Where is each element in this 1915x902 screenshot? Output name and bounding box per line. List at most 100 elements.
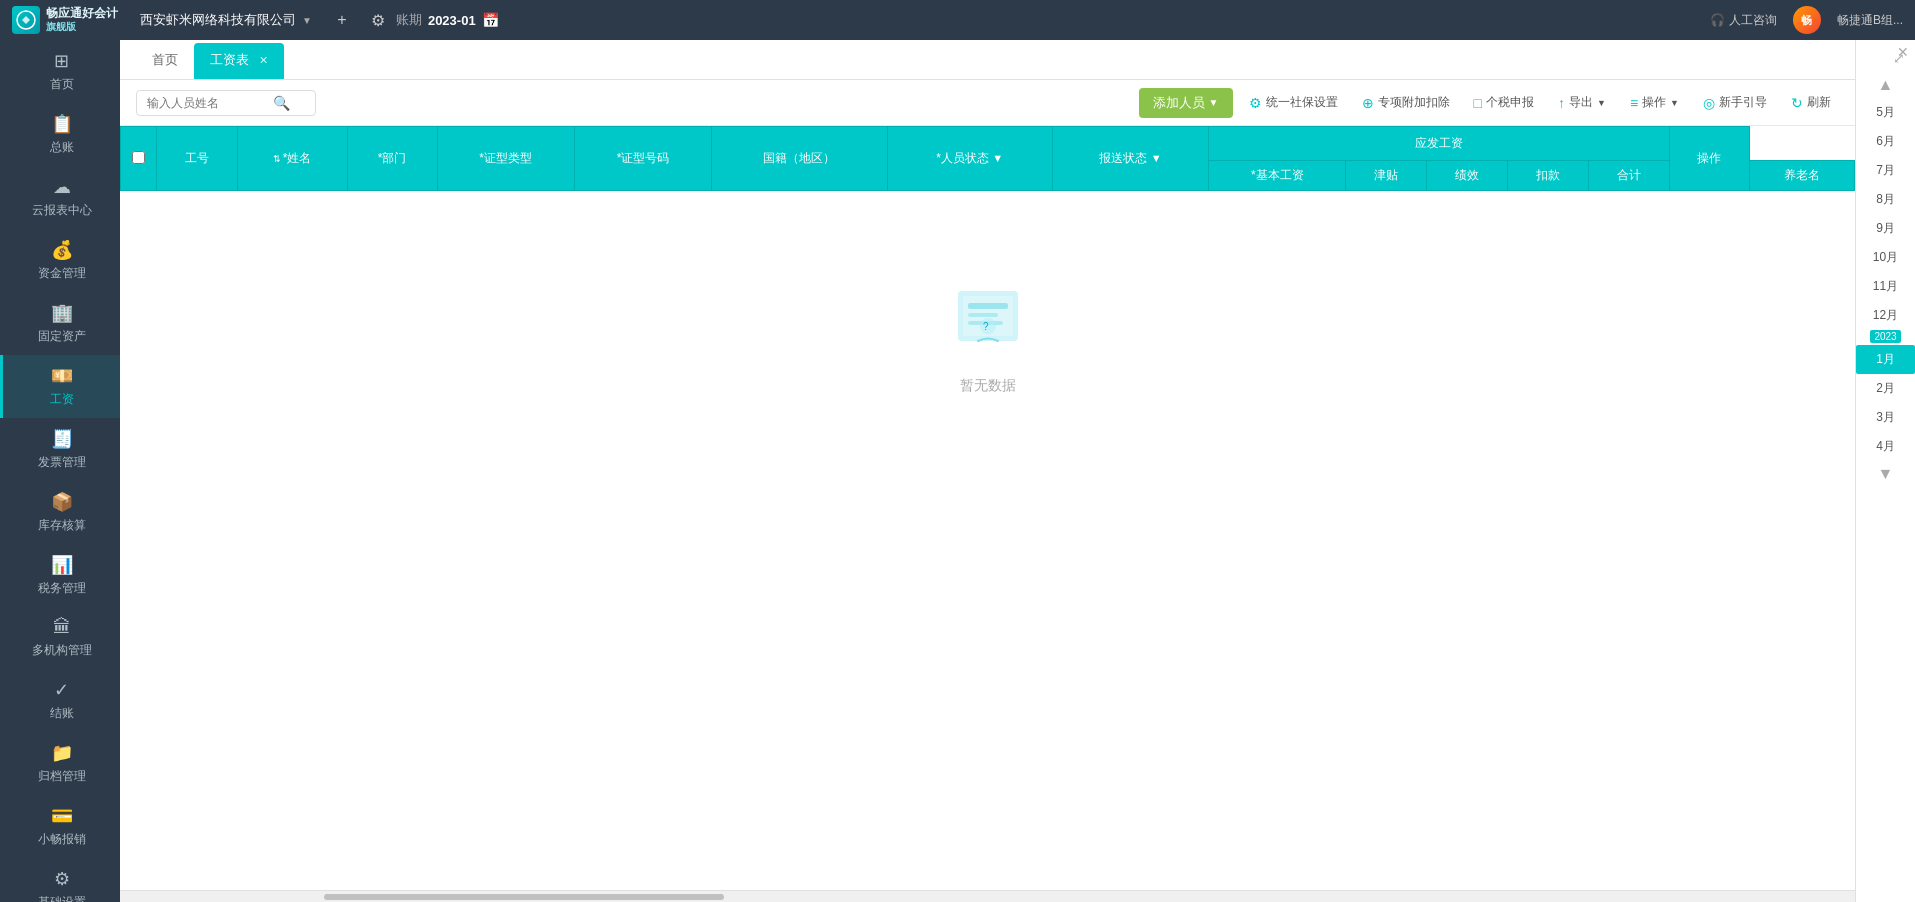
- month-item-9[interactable]: 9月: [1856, 214, 1915, 243]
- col-performance: 绩效: [1427, 161, 1508, 191]
- export-btn[interactable]: ↑ 导出 ▼: [1550, 90, 1614, 115]
- sidebar-item-label: 归档管理: [38, 768, 86, 785]
- home-icon: ⊞: [54, 50, 69, 72]
- month-item-7[interactable]: 7月: [1856, 156, 1915, 185]
- add-company-btn[interactable]: +: [328, 6, 356, 34]
- col-empno: 工号: [157, 127, 238, 191]
- month-item-8[interactable]: 8月: [1856, 185, 1915, 214]
- sidebar-item-label: 固定资产: [38, 328, 86, 345]
- refresh-btn[interactable]: ↻ 刷新: [1783, 90, 1839, 115]
- sidebar-item-inventory[interactable]: 📦 库存核算: [0, 481, 120, 544]
- sidebar: ⊞ 首页 📋 总账 ☁ 云报表中心 💰 资金管理 🏢 固定资产 💴 工资 🧾 发…: [0, 40, 120, 902]
- social-security-btn[interactable]: ⚙ 统一社保设置: [1241, 90, 1346, 115]
- filter-person-icon[interactable]: ▼: [992, 152, 1003, 164]
- month-item-6[interactable]: 6月: [1856, 127, 1915, 156]
- company-selector[interactable]: 西安虾米网络科技有限公司 ▼: [132, 7, 320, 33]
- month-item-1[interactable]: 1月: [1856, 345, 1915, 374]
- sidebar-item-invoice[interactable]: 🧾 发票管理: [0, 418, 120, 481]
- add-person-btn[interactable]: 添加人员 ▼: [1139, 88, 1233, 118]
- payroll-icon: 💴: [51, 365, 73, 387]
- month-scroll-up[interactable]: ▲: [1856, 72, 1915, 98]
- toolbar-right: 添加人员 ▼ ⚙ 统一社保设置 ⊕ 专项附加扣除 □ 个税申报 ↑: [1139, 88, 1839, 118]
- tab-home[interactable]: 首页: [136, 43, 194, 79]
- special-deduct-label: 专项附加扣除: [1378, 94, 1450, 111]
- month-item-2[interactable]: 2月: [1856, 374, 1915, 403]
- archive-icon: 📁: [51, 742, 73, 764]
- month-panel: ✕ ⤢ ▲ 5月 6月 7月 8月 9月 10月 11月 12月 2023 1月…: [1855, 40, 1915, 902]
- month-item-3[interactable]: 3月: [1856, 403, 1915, 432]
- calendar-icon[interactable]: 📅: [482, 12, 499, 28]
- sidebar-item-multi-org[interactable]: 🏛 多机构管理: [0, 607, 120, 669]
- newbie-label: 新手引导: [1719, 94, 1767, 111]
- period-label: 账期: [396, 11, 422, 29]
- sidebar-item-home[interactable]: ⊞ 首页: [0, 40, 120, 103]
- period-area: 账期 2023-01 📅: [396, 11, 499, 29]
- refresh-icon: ↻: [1791, 95, 1803, 111]
- col-checkbox: [121, 127, 157, 191]
- operation-chevron-icon: ▼: [1670, 98, 1679, 108]
- special-deduct-btn[interactable]: ⊕ 专项附加扣除: [1354, 90, 1458, 115]
- col-cert-no: *证型号码: [574, 127, 711, 191]
- sidebar-item-label: 税务管理: [38, 580, 86, 597]
- header-right: 🎧 人工咨询 畅 畅捷通B组...: [1710, 6, 1903, 34]
- col-name: ⇅*姓名: [237, 127, 347, 191]
- sidebar-item-ledger[interactable]: 📋 总账: [0, 103, 120, 166]
- month-item-4[interactable]: 4月: [1856, 432, 1915, 461]
- col-cert-type: *证型类型: [437, 127, 574, 191]
- sidebar-item-label: 小畅报销: [38, 831, 86, 848]
- col-allowance: 津贴: [1346, 161, 1427, 191]
- month-item-12[interactable]: 12月: [1856, 301, 1915, 330]
- expense-icon: 💳: [51, 805, 73, 827]
- ledger-icon: 📋: [51, 113, 73, 135]
- toolbar: 🔍 添加人员 ▼ ⚙ 统一社保设置 ⊕ 专项附加扣除 □ 个税申报: [120, 80, 1855, 126]
- sidebar-item-label: 结账: [50, 705, 74, 722]
- scroll-thumb[interactable]: [324, 894, 724, 900]
- month-item-11[interactable]: 11月: [1856, 272, 1915, 301]
- sidebar-item-tax[interactable]: 📊 税务管理: [0, 544, 120, 607]
- operation-icon: ≡: [1630, 95, 1638, 111]
- col-deduction: 扣款: [1508, 161, 1589, 191]
- sidebar-item-fixed-assets[interactable]: 🏢 固定资产: [0, 292, 120, 355]
- company-chevron-icon: ▼: [302, 15, 312, 26]
- inventory-icon: 📦: [51, 491, 73, 513]
- month-item-10[interactable]: 10月: [1856, 243, 1915, 272]
- panel-close-btn[interactable]: ✕: [1891, 40, 1915, 64]
- personal-tax-btn[interactable]: □ 个税申报: [1466, 90, 1542, 115]
- col-base-salary: *基本工资: [1209, 161, 1346, 191]
- sidebar-item-fund[interactable]: 💰 资金管理: [0, 229, 120, 292]
- sidebar-item-settings[interactable]: ⚙ 基础设置: [0, 858, 120, 902]
- tab-bar: 首页 工资表 ✕: [120, 40, 1855, 80]
- month-item-5[interactable]: 5月: [1856, 98, 1915, 127]
- sidebar-item-cloud-report[interactable]: ☁ 云报表中心: [0, 166, 120, 229]
- filter-report-icon[interactable]: ▼: [1151, 152, 1162, 164]
- operation-btn[interactable]: ≡ 操作 ▼: [1622, 90, 1687, 115]
- tab-close-icon[interactable]: ✕: [259, 54, 268, 66]
- search-wrap: 🔍: [136, 90, 316, 116]
- svg-text:?: ?: [983, 321, 989, 332]
- select-all-checkbox[interactable]: [132, 151, 145, 164]
- tab-payroll-table[interactable]: 工资表 ✕: [194, 43, 284, 79]
- add-person-chevron-icon: ▼: [1209, 97, 1219, 108]
- special-deduct-icon: ⊕: [1362, 95, 1374, 111]
- col-payroll-group: 应发工资: [1209, 127, 1670, 161]
- sidebar-item-close-period[interactable]: ✓ 结账: [0, 669, 120, 732]
- newbie-guide-btn[interactable]: ◎ 新手引导: [1695, 90, 1775, 115]
- sidebar-item-expense[interactable]: 💳 小畅报销: [0, 795, 120, 858]
- year-2023-label: 2023: [1856, 330, 1915, 345]
- header-actions: + ⚙: [328, 6, 392, 34]
- export-chevron-icon: ▼: [1597, 98, 1606, 108]
- invoice-icon: 🧾: [51, 428, 73, 450]
- month-scroll-down[interactable]: ▼: [1856, 461, 1915, 487]
- sidebar-item-payroll[interactable]: 💴 工资: [0, 355, 120, 418]
- company-name: 西安虾米网络科技有限公司: [140, 11, 296, 29]
- user-avatar[interactable]: 畅: [1793, 6, 1821, 34]
- service-btn[interactable]: 🎧 人工咨询: [1710, 12, 1777, 29]
- tax-icon: 📊: [51, 554, 73, 576]
- search-input[interactable]: [147, 96, 267, 110]
- settings-btn[interactable]: ⚙: [364, 6, 392, 34]
- sidebar-item-label: 云报表中心: [32, 202, 92, 219]
- content-area: 首页 工资表 ✕ 🔍 添加人员 ▼ ⚙ 统一社保设置: [120, 40, 1855, 902]
- col-total: 合计: [1588, 161, 1669, 191]
- sidebar-item-archive[interactable]: 📁 归档管理: [0, 732, 120, 795]
- operation-label: 操作: [1642, 94, 1666, 111]
